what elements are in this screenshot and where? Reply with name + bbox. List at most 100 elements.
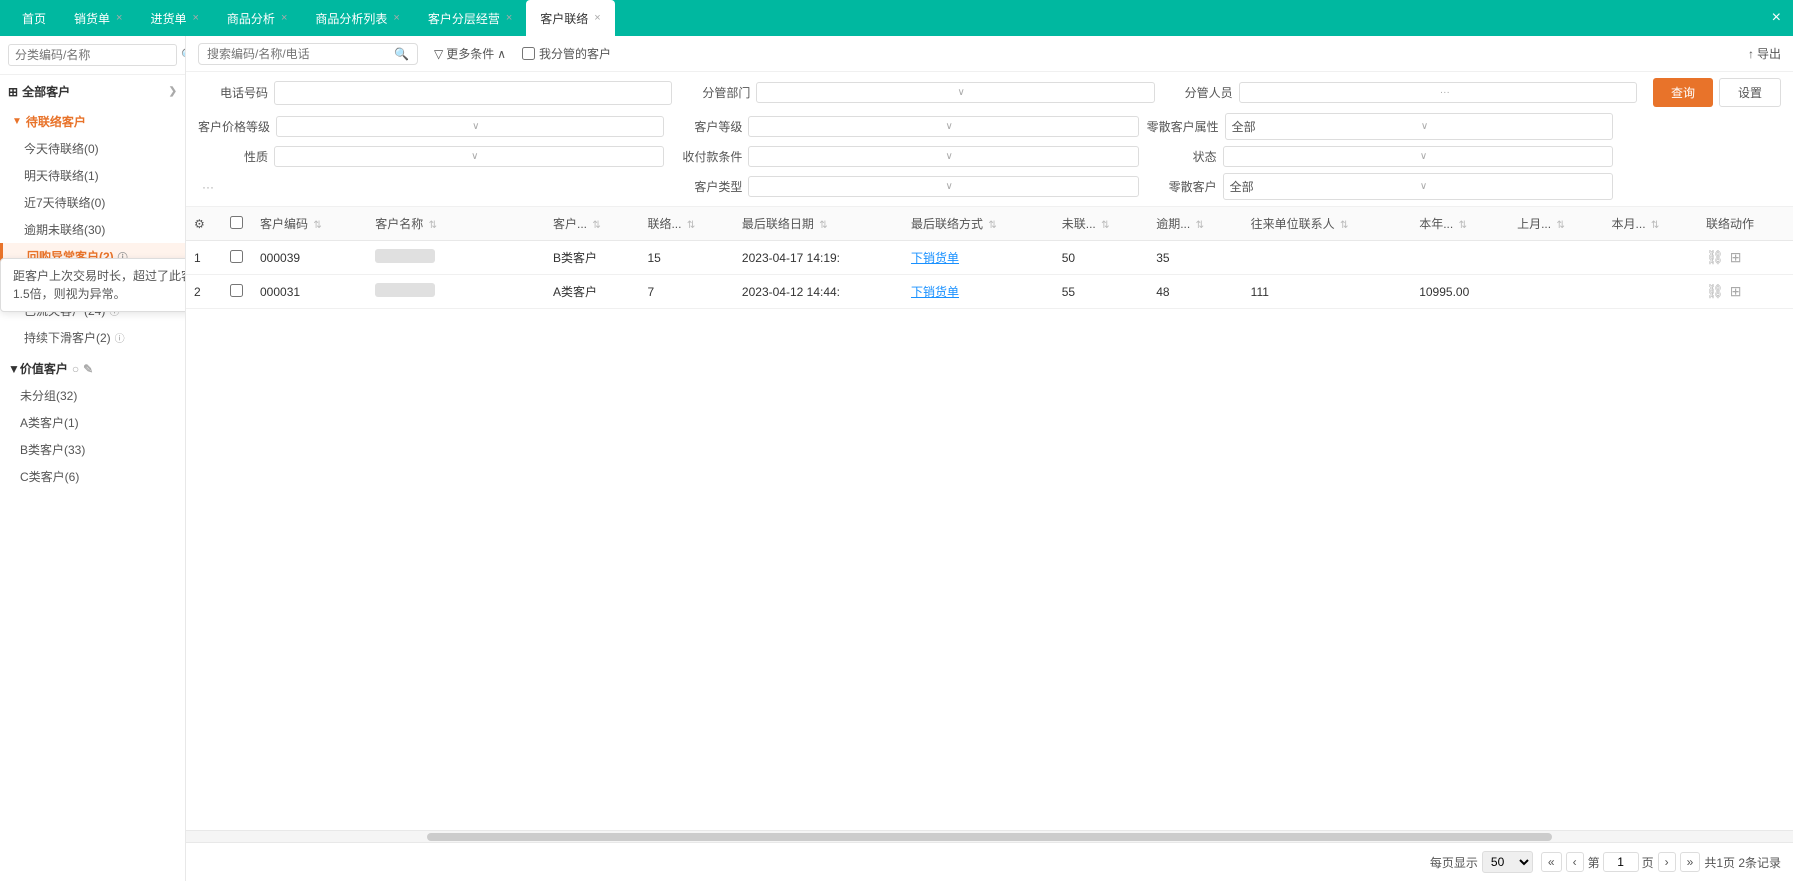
filter-phone-input[interactable] (274, 81, 672, 105)
horizontal-scrollbar[interactable] (186, 830, 1793, 842)
my-customers-checkbox-wrap[interactable]: 我分管的客户 (522, 45, 611, 62)
page-input-wrap: 第 页 (1588, 852, 1654, 872)
last-method-link[interactable]: 下销货单 (911, 251, 959, 265)
sidebar-all-customers[interactable]: ⊞ 全部客户 ❯ (0, 75, 185, 108)
sidebar-collapse-icon[interactable]: ❯ (169, 86, 177, 97)
sort-this-year-icon[interactable]: ⇅ (1459, 220, 1467, 231)
sidebar-item-today[interactable]: 今天待联络(0) (0, 135, 185, 162)
nav-item-customer-contact[interactable]: 客户联络 × (526, 0, 614, 36)
row-seq: 1 (186, 241, 222, 275)
prev-page-btn[interactable]: ‹ (1566, 852, 1584, 872)
info-icon-declining[interactable]: ⓘ (115, 330, 125, 345)
sort-last-method-icon[interactable]: ⇅ (988, 220, 996, 231)
row-this-month (1604, 275, 1698, 309)
table-row: 2 000031 A类客户 7 2023-04-12 14:44: 下销货单 5… (186, 275, 1793, 309)
more-dots-icon[interactable]: ··· (198, 180, 218, 194)
close-analysis-icon[interactable]: × (281, 12, 287, 24)
row-last-date: 2023-04-17 14:19: (734, 241, 903, 275)
scroll-thumb[interactable] (427, 833, 1552, 841)
pending-contact-group: ▼ 待联络客户 今天待联络(0) 明天待联络(1) 近7天待联络(0) 逾期未联… (0, 108, 185, 351)
filter-price-level: 客户价格等级 ∨ (198, 116, 664, 137)
sidebar-search-input[interactable] (8, 44, 177, 66)
filter-retail-attr-select[interactable]: 全部 ∨ (1225, 113, 1613, 140)
sort-contact-icon[interactable]: ⇅ (687, 220, 695, 231)
filter-customer-type-select[interactable]: ∨ (748, 176, 1138, 197)
filter-payment: 收付款条件 ∨ (672, 146, 1138, 167)
first-page-btn[interactable]: « (1541, 852, 1562, 872)
close-purchase-icon[interactable]: × (192, 12, 198, 24)
sidebar-item-b-class[interactable]: B类客户(33) (0, 436, 185, 463)
sidebar-item-7days[interactable]: 近7天待联络(0) (0, 189, 185, 216)
sidebar-item-overdue[interactable]: 逾期未联络(30) (0, 216, 185, 243)
filter-manager-select[interactable]: ··· (1239, 82, 1637, 103)
sort-last-month-icon[interactable]: ⇅ (1556, 220, 1564, 231)
action-more-icon[interactable]: ⊞ (1730, 249, 1742, 266)
filter-phone: 电话号码 (198, 81, 672, 105)
close-analysis-list-icon[interactable]: × (393, 12, 399, 24)
sidebar-item-ungroup[interactable]: 未分组(32) (0, 382, 185, 409)
edit-value-icon[interactable]: ○ (72, 362, 79, 376)
nav-item-purchase[interactable]: 进货单 × (136, 0, 212, 36)
sidebar-search-icon[interactable]: 🔍 (181, 48, 186, 62)
select-all-checkbox[interactable] (230, 216, 243, 229)
row-checkbox[interactable] (230, 250, 243, 263)
row-checkbox[interactable] (230, 284, 243, 297)
sidebar-item-a-class[interactable]: A类客户(1) (0, 409, 185, 436)
filter-dept-select[interactable]: ∨ (756, 82, 1154, 103)
filter-price-level-select[interactable]: ∨ (276, 116, 664, 137)
sort-this-month-icon[interactable]: ⇅ (1651, 220, 1659, 231)
query-button[interactable]: 查询 (1653, 78, 1713, 107)
last-page-btn[interactable]: » (1680, 852, 1701, 872)
sort-code-icon[interactable]: ⇅ (313, 220, 321, 231)
nav-item-home[interactable]: 首页 (8, 0, 60, 36)
col-code: 客户编码 ⇅ (252, 207, 367, 241)
action-more-icon[interactable]: ⊞ (1730, 283, 1742, 300)
close-sales-icon[interactable]: × (116, 12, 122, 24)
gear-icon[interactable]: ⚙ (194, 217, 205, 231)
sort-company-contact-icon[interactable]: ⇅ (1340, 220, 1348, 231)
sort-type-icon[interactable]: ⇅ (592, 220, 600, 231)
page-number-input[interactable] (1603, 852, 1639, 872)
sort-last-date-icon[interactable]: ⇅ (819, 220, 827, 231)
sort-name-icon[interactable]: ⇅ (429, 220, 437, 231)
more-conditions-btn[interactable]: ▽ 更多条件 ∧ (426, 42, 514, 65)
next-page-btn[interactable]: › (1658, 852, 1676, 872)
close-customer-contact-icon[interactable]: × (594, 12, 600, 24)
row-company-contact: 111 (1243, 275, 1412, 309)
filter-retail-customer-select[interactable]: 全部 ∨ (1223, 173, 1613, 200)
action-link-icon[interactable]: ⛓ (1706, 283, 1724, 300)
per-page-select[interactable]: 50 20 100 (1482, 851, 1533, 873)
filter-customer-level-select[interactable]: ∨ (748, 116, 1138, 137)
filter-status-select[interactable]: ∨ (1223, 146, 1613, 167)
sidebar-item-c-class[interactable]: C类客户(6) (0, 463, 185, 490)
filter-payment-select[interactable]: ∨ (748, 146, 1138, 167)
value-customers-group: ▼ 价值客户 ○ ✎ 未分组(32) A类客户(1) B类客户(33) C类客户… (0, 355, 185, 490)
my-customers-checkbox[interactable] (522, 47, 535, 60)
search-btn-icon[interactable]: 🔍 (394, 47, 409, 61)
sidebar-item-declining[interactable]: 持续下滑客户(2) ⓘ (0, 324, 185, 351)
filter-row-4: ··· 客户类型 ∨ 零散客户 全部 ∨ (198, 173, 1781, 200)
add-value-icon[interactable]: ✎ (83, 362, 93, 376)
pending-contact-header[interactable]: ▼ 待联络客户 (0, 108, 185, 135)
filter-nature-select[interactable]: ∨ (274, 146, 664, 167)
filter-row-3: 性质 ∨ 收付款条件 ∨ 状态 (198, 146, 1781, 167)
col-contact: 联络... ⇅ (639, 207, 733, 241)
last-method-link[interactable]: 下销货单 (911, 285, 959, 299)
nav-item-analysis-list[interactable]: 商品分析列表 × (301, 0, 413, 36)
payment-caret-icon: ∨ (946, 151, 1132, 162)
nav-item-customer-layered[interactable]: 客户分层经营 × (414, 0, 526, 36)
close-all-button[interactable]: × (1772, 9, 1781, 27)
sort-unreached-icon[interactable]: ⇅ (1101, 220, 1109, 231)
value-customers-header[interactable]: ▼ 价值客户 ○ ✎ (0, 355, 185, 382)
settings-button[interactable]: 设置 (1719, 78, 1781, 107)
nav-item-analysis[interactable]: 商品分析 × (213, 0, 301, 36)
search-input[interactable] (207, 47, 394, 61)
close-customer-layered-icon[interactable]: × (506, 12, 512, 24)
sidebar-item-tomorrow[interactable]: 明天待联络(1) (0, 162, 185, 189)
filter-customer-type: 客户类型 ∨ (672, 176, 1138, 197)
nav-item-sales[interactable]: 销货单 × (60, 0, 136, 36)
sort-overdue-icon[interactable]: ⇅ (1196, 220, 1204, 231)
action-link-icon[interactable]: ⛓ (1706, 249, 1724, 266)
customer-level-caret-icon: ∨ (946, 121, 1132, 132)
export-button[interactable]: ↑ 导出 (1748, 45, 1781, 62)
